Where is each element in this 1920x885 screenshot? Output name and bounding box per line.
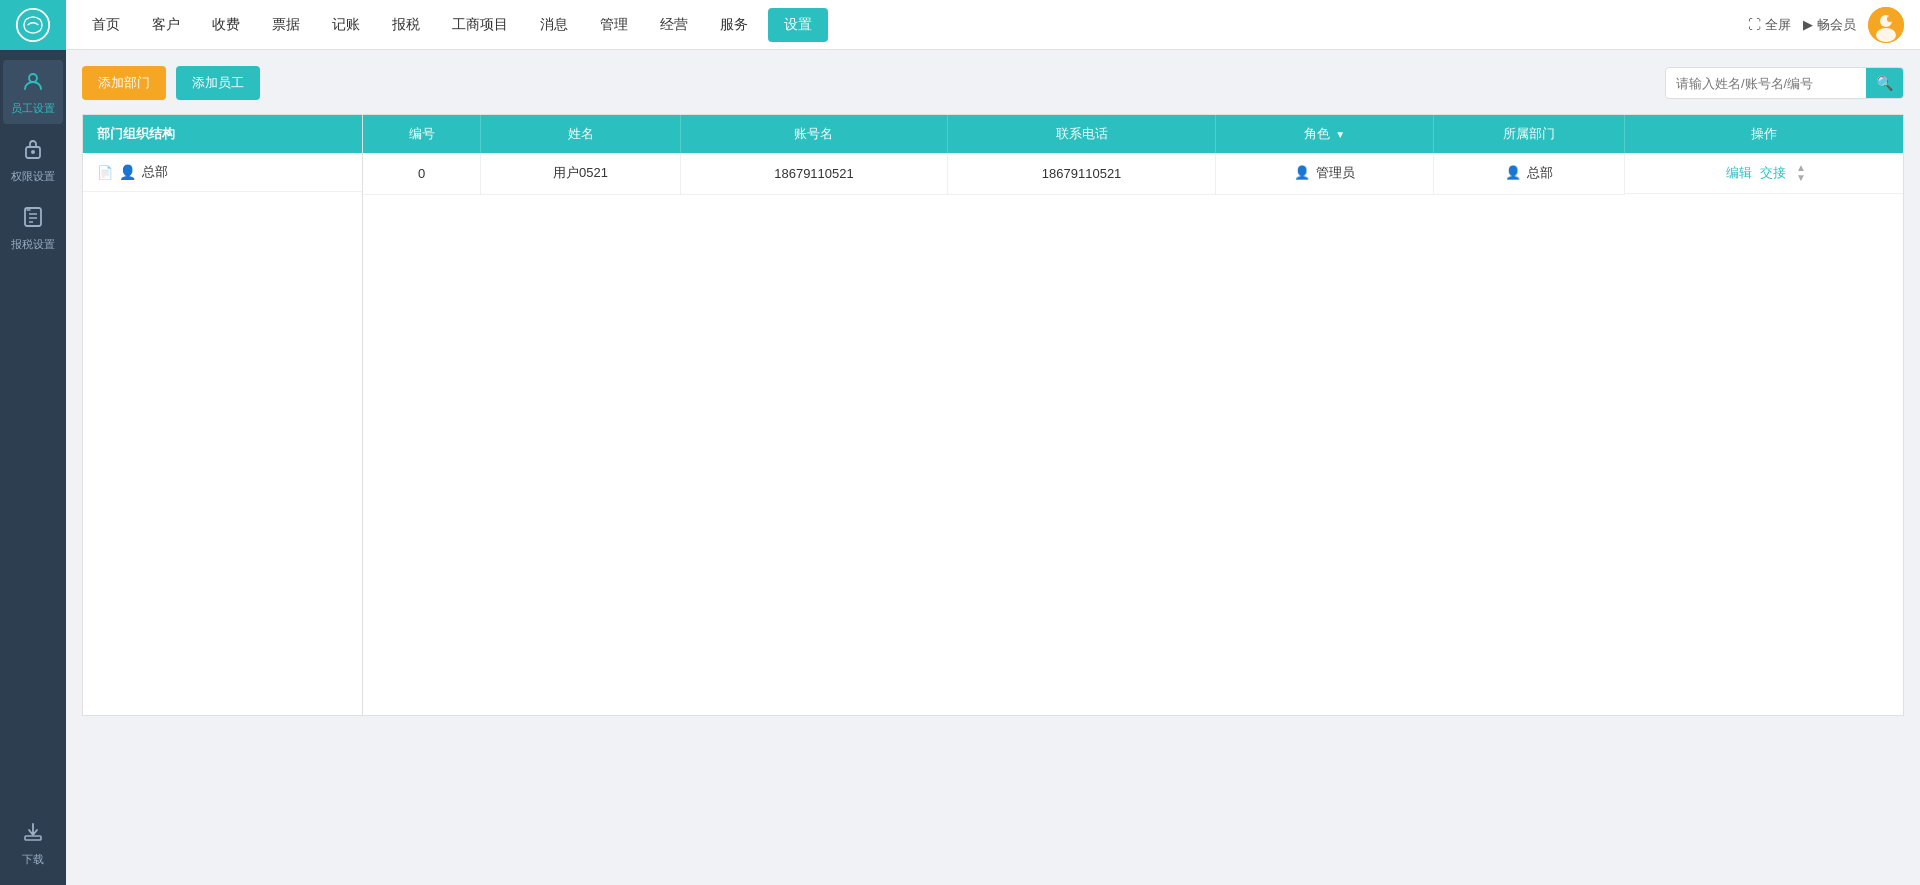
dept-tree-header: 部门组织结构 — [83, 115, 362, 153]
cell-role: 👤 管理员 — [1215, 153, 1433, 194]
vip-icon: ▶ — [1803, 17, 1813, 32]
dept-tree: 部门组织结构 📄 👤 总部 — [83, 115, 363, 715]
sidebar-item-download[interactable]: 下载 — [3, 811, 63, 875]
search-icon: 🔍 — [1876, 75, 1893, 91]
sidebar-item-label-employee: 员工设置 — [11, 101, 55, 116]
op-交接[interactable]: 交接 — [1760, 164, 1786, 182]
dept-icon: 👤 — [1505, 165, 1521, 180]
cell-ops: 编辑交接 ▲▼ — [1625, 153, 1903, 194]
cell-account: 18679110521 — [680, 153, 948, 194]
svg-point-3 — [1876, 28, 1896, 42]
nav-item-message[interactable]: 消息 — [524, 0, 584, 50]
download-icon — [22, 821, 44, 848]
vip-label: 畅会员 — [1817, 16, 1856, 34]
nav-item-operation[interactable]: 经营 — [644, 0, 704, 50]
search-input[interactable] — [1666, 70, 1866, 97]
search-button[interactable]: 🔍 — [1866, 68, 1903, 98]
lock-icon — [23, 138, 43, 165]
cell-name: 用户0521 — [481, 153, 680, 194]
avatar[interactable] — [1868, 7, 1904, 43]
col-header-role[interactable]: 角色 ▼ — [1215, 115, 1433, 153]
top-nav: 首页 客户 收费 票据 记账 报税 工商项目 消息 管理 经营 服务 设置 ⛶ … — [0, 0, 1920, 50]
sidebar-item-label-taxsettings: 报税设置 — [11, 237, 55, 252]
logo-area — [0, 0, 66, 50]
nav-item-invoice[interactable]: 票据 — [256, 0, 316, 50]
nav-item-manage[interactable]: 管理 — [584, 0, 644, 50]
fullscreen-icon: ⛶ — [1748, 17, 1761, 32]
filter-icon: ▼ — [1335, 129, 1345, 140]
action-row: 添加部门 添加员工 🔍 — [82, 66, 1904, 100]
vip-btn[interactable]: ▶ 畅会员 — [1803, 16, 1856, 34]
sidebar-item-employee[interactable]: 员工设置 — [3, 60, 63, 124]
col-header-name: 姓名 — [481, 115, 680, 153]
col-header-phone: 联系电话 — [948, 115, 1216, 153]
nav-item-business[interactable]: 工商项目 — [436, 0, 524, 50]
sidebar-item-label-download: 下载 — [22, 852, 44, 867]
op-编辑[interactable]: 编辑 — [1726, 164, 1752, 182]
cell-id: 0 — [363, 153, 481, 194]
fullscreen-btn[interactable]: ⛶ 全屏 — [1748, 16, 1791, 34]
col-header-account: 账号名 — [680, 115, 948, 153]
add-dept-button[interactable]: 添加部门 — [82, 66, 166, 100]
logo-icon — [15, 7, 51, 43]
sidebar-item-label-permissions: 权限设置 — [11, 169, 55, 184]
nav-item-client[interactable]: 客户 — [136, 0, 196, 50]
tax-settings-icon — [22, 206, 44, 233]
svg-point-7 — [31, 150, 35, 154]
dept-user-icon: 👤 — [119, 164, 136, 180]
sidebar-item-taxsettings[interactable]: 报税设置 — [3, 196, 63, 260]
cell-phone: 18679110521 — [948, 153, 1216, 194]
dept-name: 总部 — [142, 163, 168, 181]
nav-item-settings[interactable]: 设置 — [768, 8, 828, 42]
nav-item-bookkeeping[interactable]: 记账 — [316, 0, 376, 50]
emp-table: 编号 姓名 账号名 联系电话 角色 ▼ — [363, 115, 1903, 715]
nav-item-service[interactable]: 服务 — [704, 0, 764, 50]
nav-item-fee[interactable]: 收费 — [196, 0, 256, 50]
svg-point-5 — [29, 74, 37, 82]
fullscreen-label: 全屏 — [1765, 16, 1791, 34]
sidebar-item-permissions[interactable]: 权限设置 — [3, 128, 63, 192]
nav-item-home[interactable]: 首页 — [76, 0, 136, 50]
svg-point-4 — [1887, 16, 1893, 22]
col-header-ops: 操作 — [1625, 115, 1903, 153]
add-emp-button[interactable]: 添加员工 — [176, 66, 260, 100]
sidebar: 员工设置 权限设置 报税设置 — [0, 50, 66, 885]
search-area: 🔍 — [1665, 67, 1904, 99]
nav-item-tax[interactable]: 报税 — [376, 0, 436, 50]
svg-point-0 — [17, 8, 49, 40]
file-icon: 📄 — [97, 165, 113, 180]
content-split: 部门组织结构 📄 👤 总部 编号 姓名 — [82, 114, 1904, 716]
employee-icon — [22, 70, 44, 97]
role-icon: 👤 — [1294, 165, 1310, 180]
nav-items: 首页 客户 收费 票据 记账 报税 工商项目 消息 管理 经营 服务 设置 — [66, 0, 1748, 50]
dept-tree-item[interactable]: 📄 👤 总部 — [83, 153, 362, 192]
cell-dept: 👤 总部 — [1433, 153, 1624, 194]
table-row: 0 用户0521 18679110521 18679110521 👤 管理员 👤… — [363, 153, 1903, 194]
nav-right: ⛶ 全屏 ▶ 畅会员 — [1748, 7, 1920, 43]
avatar-icon — [1868, 7, 1904, 43]
scroll-arrows: ▲▼ — [1796, 163, 1806, 183]
col-header-id: 编号 — [363, 115, 481, 153]
main-content: 添加部门 添加员工 🔍 部门组织结构 📄 👤 总部 — [66, 50, 1920, 885]
svg-rect-12 — [25, 836, 41, 840]
col-header-dept: 所属部门 — [1433, 115, 1624, 153]
